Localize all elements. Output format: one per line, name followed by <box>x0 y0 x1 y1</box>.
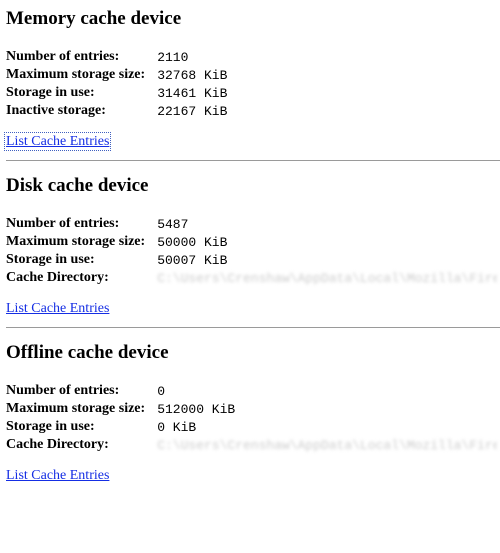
stat-value: C:\Users\Crenshaw\AppData\Local\Mozilla\… <box>149 269 497 287</box>
stats-table: Number of entries:5487Maximum storage si… <box>6 215 497 287</box>
section-title: Offline cache device <box>6 342 500 364</box>
section-title: Memory cache device <box>6 8 500 30</box>
stat-label: Inactive storage: <box>6 102 149 120</box>
stats-row: Cache Directory:C:\Users\Crenshaw\AppDat… <box>6 436 497 454</box>
stats-row: Storage in use:0 KiB <box>6 418 497 436</box>
stat-label: Storage in use: <box>6 418 149 436</box>
stat-label: Number of entries: <box>6 215 149 233</box>
stats-row: Number of entries:5487 <box>6 215 497 233</box>
stat-value: 512000 KiB <box>149 400 497 418</box>
stat-label: Storage in use: <box>6 84 149 102</box>
stat-label: Cache Directory: <box>6 436 149 454</box>
stat-label: Maximum storage size: <box>6 66 149 84</box>
stats-row: Maximum storage size:50000 KiB <box>6 233 497 251</box>
stat-value: 31461 KiB <box>149 84 227 102</box>
stats-row: Storage in use:50007 KiB <box>6 251 497 269</box>
list-cache-entries-link[interactable]: List Cache Entries <box>6 134 109 149</box>
stat-label: Storage in use: <box>6 251 149 269</box>
stat-label: Number of entries: <box>6 382 149 400</box>
stat-value: 50007 KiB <box>149 251 497 269</box>
stat-value: C:\Users\Crenshaw\AppData\Local\Mozilla\… <box>149 436 497 454</box>
stat-value: 50000 KiB <box>149 233 497 251</box>
stat-value: 0 <box>149 382 497 400</box>
stat-value: 22167 KiB <box>149 102 227 120</box>
cache-section: Disk cache device Number of entries:5487M… <box>6 175 500 317</box>
list-cache-entries-link[interactable]: List Cache Entries <box>6 468 109 483</box>
stats-row: Number of entries:2110 <box>6 48 227 66</box>
stats-row: Storage in use:31461 KiB <box>6 84 227 102</box>
stat-value: 5487 <box>149 215 497 233</box>
stats-row: Maximum storage size:32768 KiB <box>6 66 227 84</box>
cache-section: Offline cache device Number of entries:0M… <box>6 342 500 484</box>
section-title: Disk cache device <box>6 175 500 197</box>
list-cache-entries-link[interactable]: List Cache Entries <box>6 301 109 316</box>
stats-row: Cache Directory:C:\Users\Crenshaw\AppDat… <box>6 269 497 287</box>
section-divider <box>6 327 500 328</box>
stats-table: Number of entries:0Maximum storage size:… <box>6 382 497 454</box>
stat-value: 0 KiB <box>149 418 497 436</box>
stats-row: Maximum storage size:512000 KiB <box>6 400 497 418</box>
stat-label: Cache Directory: <box>6 269 149 287</box>
stats-row: Number of entries:0 <box>6 382 497 400</box>
stats-table: Number of entries:2110Maximum storage si… <box>6 48 227 120</box>
stat-label: Maximum storage size: <box>6 233 149 251</box>
stat-value: 32768 KiB <box>149 66 227 84</box>
cache-section: Memory cache device Number of entries:211… <box>6 8 500 150</box>
stats-row: Inactive storage:22167 KiB <box>6 102 227 120</box>
stat-label: Maximum storage size: <box>6 400 149 418</box>
section-divider <box>6 160 500 161</box>
stat-label: Number of entries: <box>6 48 149 66</box>
stat-value: 2110 <box>149 48 227 66</box>
